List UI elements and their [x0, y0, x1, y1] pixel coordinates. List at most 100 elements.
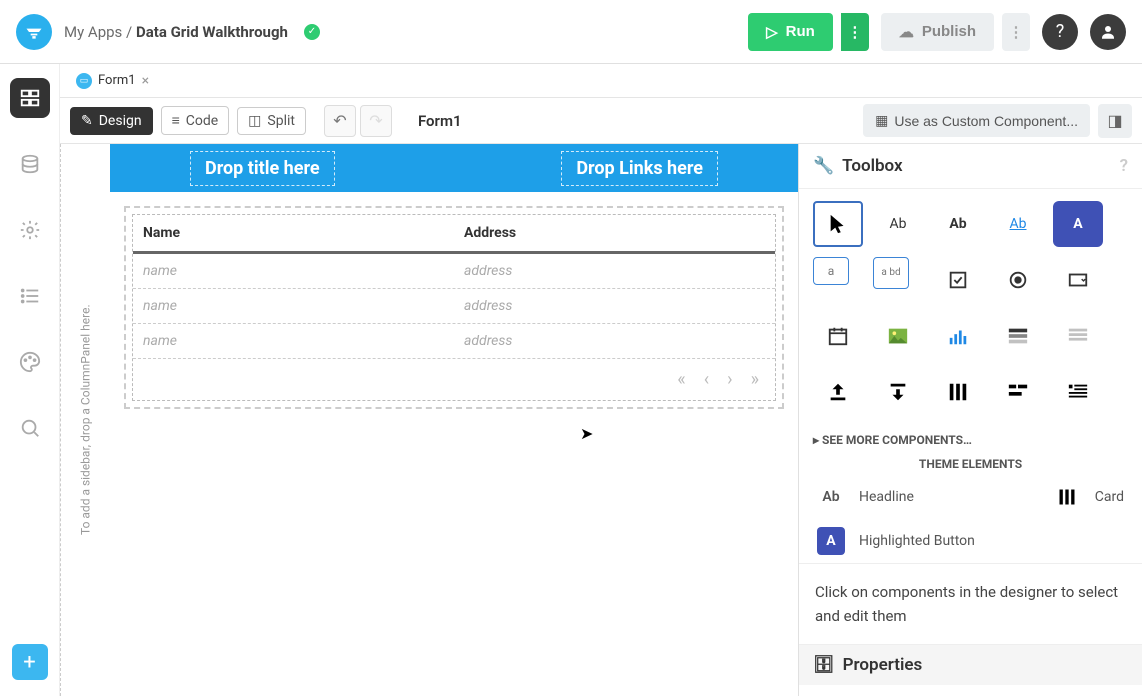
tool-plot[interactable] — [933, 313, 983, 359]
toolbox-help-icon[interactable]: ? — [1120, 156, 1128, 176]
tab-close-icon[interactable]: × — [142, 73, 149, 89]
page-next-icon[interactable]: › — [727, 369, 732, 390]
sidebar-drop-zone[interactable]: To add a sidebar, drop a ColumnPanel her… — [60, 144, 110, 696]
grid-row[interactable]: name address — [133, 324, 775, 359]
dock-panel-button[interactable]: ◨ — [1098, 104, 1132, 138]
grid-cell: address — [454, 324, 775, 358]
properties-panel-header[interactable]: 🗄 Properties — [799, 645, 1142, 685]
split-toggle[interactable]: ◫ Split — [237, 107, 306, 135]
grid-cell: name — [133, 289, 454, 323]
toolbox-panel: 🔧 Toolbox ? Ab Ab Ab A a a bd — [798, 144, 1142, 696]
rail-data[interactable] — [10, 144, 50, 184]
rail-settings[interactable] — [10, 210, 50, 250]
cloud-icon: ☁ — [899, 23, 914, 41]
breadcrumb: My Apps / Data Grid Walkthrough — [64, 23, 288, 41]
design-toggle[interactable]: ✎ Design — [70, 107, 153, 135]
grid-cell: name — [133, 324, 454, 358]
grid-cell: address — [454, 289, 775, 323]
data-grid[interactable]: Name Address name address name address — [132, 214, 776, 401]
anvil-logo[interactable] — [16, 14, 52, 50]
component-icon: ▦ — [875, 112, 888, 129]
tool-bold-label[interactable]: Ab — [933, 201, 983, 247]
center-column: ▭ Form1 × ✎ Design ≡ Code ◫ Split ↶ ↷ Fo — [60, 64, 1142, 696]
tool-column-panel[interactable] — [933, 369, 983, 415]
see-more-components[interactable]: ▸ SEE MORE COMPONENTS… — [799, 427, 1142, 453]
grid-header-name[interactable]: Name — [133, 215, 454, 251]
run-button[interactable]: ▷ Run — [748, 13, 833, 51]
tool-grid: Ab Ab Ab A a a bd — [799, 189, 1142, 427]
publish-more-button[interactable]: ⋮ — [1002, 13, 1030, 51]
highlighted-button-icon: A — [817, 527, 845, 555]
tool-textbox[interactable]: a — [813, 257, 849, 285]
rail-theme[interactable] — [10, 342, 50, 382]
card-icon — [1053, 483, 1081, 511]
grid-row[interactable]: name address — [133, 289, 775, 324]
drop-title-zone[interactable]: Drop title here — [190, 151, 335, 186]
app-title-bar: Drop title here Drop Links here — [110, 144, 798, 192]
tool-pointer[interactable] — [813, 201, 863, 247]
design-surface[interactable]: Drop title here Drop Links here Name Add… — [110, 144, 798, 696]
run-button-label: Run — [786, 23, 815, 40]
mouse-cursor-icon: ➤ — [580, 424, 593, 443]
content-card[interactable]: Name Address name address name address — [124, 206, 784, 409]
publish-button[interactable]: ☁ Publish — [881, 13, 994, 51]
form-name-label: Form1 — [418, 112, 462, 130]
tool-datepicker[interactable] — [813, 313, 863, 359]
sub-toolbar: ✎ Design ≡ Code ◫ Split ↶ ↷ Form1 ▦ Use … — [60, 98, 1142, 144]
tool-fileloader[interactable] — [813, 369, 863, 415]
grid-row[interactable]: name address — [133, 254, 775, 289]
tool-label[interactable]: Ab — [873, 201, 923, 247]
tool-image[interactable] — [873, 313, 923, 359]
tool-textarea[interactable]: a bd — [873, 257, 909, 289]
custom-component-button[interactable]: ▦ Use as Custom Component... — [863, 104, 1090, 137]
split-label: Split — [267, 113, 295, 129]
undo-button[interactable]: ↶ — [324, 105, 356, 137]
tool-flow-panel[interactable] — [993, 369, 1043, 415]
toolbox-title: Toolbox — [842, 156, 902, 176]
tool-datagrid[interactable] — [993, 313, 1043, 359]
rail-add-button[interactable]: + — [12, 644, 48, 680]
rail-list[interactable] — [10, 276, 50, 316]
theme-row-hlbutton: A Highlighted Button — [799, 519, 1142, 563]
account-button[interactable] — [1090, 14, 1126, 50]
custom-component-label: Use as Custom Component... — [894, 113, 1078, 129]
theme-card[interactable]: Card — [1095, 489, 1124, 505]
canvas-container: To add a sidebar, drop a ColumnPanel her… — [60, 144, 1142, 696]
page-first-icon[interactable]: « — [677, 369, 685, 390]
tool-dropdown[interactable] — [1053, 257, 1103, 303]
theme-headline[interactable]: Headline — [859, 489, 914, 505]
tool-radio[interactable] — [993, 257, 1043, 303]
run-more-button[interactable]: ⋮ — [841, 13, 869, 51]
code-icon: ≡ — [172, 112, 180, 129]
app-header: My Apps / Data Grid Walkthrough ✓ ▷ Run … — [0, 0, 1142, 64]
tab-label: Form1 — [98, 73, 136, 88]
rail-app-browser[interactable] — [10, 78, 50, 118]
breadcrumb-root[interactable]: My Apps — [64, 23, 122, 41]
grid-header-address[interactable]: Address — [454, 215, 775, 251]
help-button[interactable]: ? — [1042, 14, 1078, 50]
form-icon: ▭ — [76, 73, 92, 89]
rail-search[interactable] — [10, 408, 50, 448]
tool-link[interactable]: Ab — [993, 201, 1043, 247]
page-prev-icon[interactable]: ‹ — [704, 369, 709, 390]
redo-button[interactable]: ↷ — [360, 105, 392, 137]
page-last-icon[interactable]: » — [751, 369, 759, 390]
tool-download[interactable] — [873, 369, 923, 415]
tool-checkbox[interactable] — [933, 257, 983, 303]
tab-form1[interactable]: ▭ Form1 × — [68, 69, 157, 93]
left-rail: + — [0, 64, 60, 696]
theme-elements-title: THEME ELEMENTS — [799, 453, 1142, 475]
status-saved-icon: ✓ — [304, 24, 320, 40]
theme-highlighted-button[interactable]: Highlighted Button — [859, 533, 975, 549]
breadcrumb-separator: / — [126, 23, 132, 41]
split-icon: ◫ — [248, 113, 261, 129]
tool-richtext[interactable] — [1053, 369, 1103, 415]
grid-header-row: Name Address — [133, 215, 775, 254]
tool-repeating-panel[interactable] — [1053, 313, 1103, 359]
properties-label: Properties — [843, 655, 923, 675]
breadcrumb-current[interactable]: Data Grid Walkthrough — [136, 23, 288, 41]
drop-links-zone[interactable]: Drop Links here — [561, 151, 718, 186]
tool-button[interactable]: A — [1053, 201, 1103, 247]
code-toggle[interactable]: ≡ Code — [161, 106, 230, 135]
grid-cell: name — [133, 254, 454, 288]
